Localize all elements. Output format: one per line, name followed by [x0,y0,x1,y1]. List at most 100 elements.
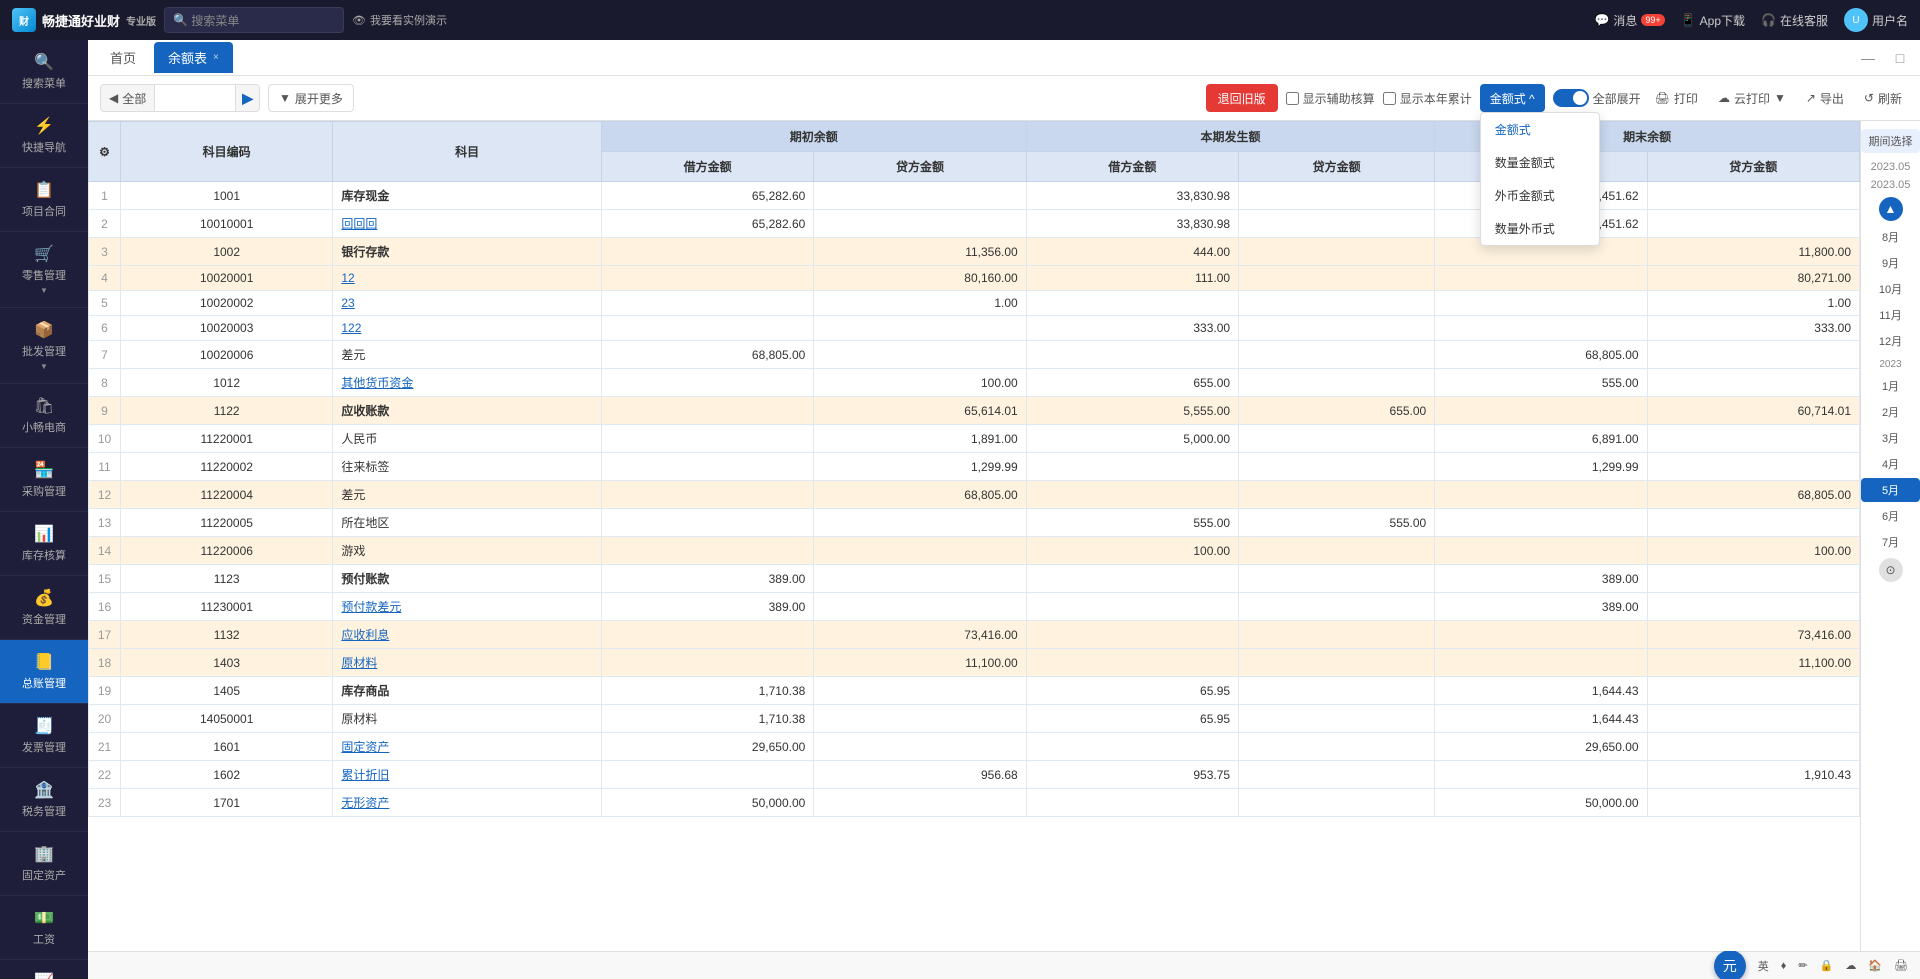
account-name[interactable]: 原材料 [333,649,602,677]
message-btn[interactable]: 💬 消息 99+ [1594,12,1664,29]
print-status-btn[interactable]: 🖨 [1894,959,1908,972]
th-settings[interactable]: ⚙ [89,122,121,182]
account-search-input[interactable] [155,85,235,111]
account-name[interactable]: 累计折旧 [333,761,602,789]
account-name[interactable]: 预付款差元 [333,593,602,621]
home-btn[interactable]: 🏠 [1868,959,1882,972]
expand-more-btn[interactable]: ▼ 展开更多 [268,84,354,112]
search-arrow-btn[interactable]: ▶ [235,85,259,111]
account-name[interactable]: 12 [333,266,602,291]
diamond-btn[interactable]: ♦ [1781,960,1787,972]
debit-open: 68,805.00 [601,341,813,369]
account-name[interactable]: 其他货币资金 [333,369,602,397]
sidebar-item-tax[interactable]: 🏦 税务管理 [0,768,88,832]
period-item-8[interactable]: 8月 [1861,225,1920,249]
sidebar-item-inventory[interactable]: 📊 库存核算 [0,512,88,576]
period-nav-down[interactable]: ⊙ [1879,558,1903,582]
header-left: 财 畅捷通好业财 专业版 🔍 搜索菜单 👁 我要看实例演示 [12,7,447,33]
sidebar-item-project[interactable]: 📋 项目合同 [0,168,88,232]
period-item-10[interactable]: 10月 [1861,277,1920,301]
sidebar-item-retail[interactable]: 🛒 零售管理 ▼ [0,232,88,308]
wholesale-chevron: ▼ [40,362,48,371]
sidebar-item-wholesale[interactable]: 📦 批发管理 ▼ [0,308,88,384]
debit-open: 389.00 [601,593,813,621]
credit-open [814,705,1026,733]
show-yearly-checkbox[interactable] [1383,92,1396,105]
sidebar-item-operation[interactable]: 📈 经营管理 [0,960,88,979]
style-option-foreign-amount[interactable]: 外币金额式 [1481,179,1599,212]
expand-all-switch[interactable] [1553,89,1589,107]
debit-open [601,509,813,537]
style-dropdown-btn[interactable]: 金额式 ^ [1480,84,1545,112]
sidebar-search-label: 搜索菜单 [22,75,66,91]
tab-balance[interactable]: 余额表 × [154,42,233,73]
tab-home[interactable]: 首页 [96,42,150,73]
print-btn[interactable]: 🖨 打印 [1649,86,1704,111]
table-row: 7 10020006 差元 68,805.00 68,805.00 [89,341,1860,369]
account-name[interactable]: 应收利息 [333,621,602,649]
edit-btn[interactable]: ✏ [1798,959,1807,972]
cloud-print-btn[interactable]: ☁ 云打印 ▼ [1712,86,1792,111]
period-item-4[interactable]: 4月 [1861,452,1920,476]
export-btn[interactable]: ↗ 导出 [1800,86,1850,111]
show-auxiliary-label[interactable]: 显示辅助核算 [1286,90,1375,107]
online-service-btn[interactable]: 🎧 在线客服 [1761,12,1828,29]
debit-period: 33,830.98 [1026,182,1238,210]
credit-period [1239,593,1435,621]
period-item-12[interactable]: 12月 [1861,329,1920,353]
tab-close-icon[interactable]: × [213,52,219,63]
float-action-btn[interactable]: 元 [1714,950,1746,979]
window-max-btn[interactable]: □ [1888,46,1912,70]
top-search-bar[interactable]: 🔍 搜索菜单 [164,7,344,33]
refresh-btn[interactable]: ↺ 刷新 [1858,86,1908,111]
sidebar-item-salary[interactable]: 💵 工资 [0,896,88,960]
debit-close [1435,537,1647,565]
credit-period [1239,677,1435,705]
show-auxiliary-checkbox[interactable] [1286,92,1299,105]
account-name[interactable]: 122 [333,316,602,341]
sidebar-item-fixedasset[interactable]: 🏢 固定资产 [0,832,88,896]
back-to-old-btn[interactable]: 退回旧版 [1206,84,1278,112]
cloud-btn[interactable]: ☁ [1845,959,1856,972]
credit-open [814,509,1026,537]
credit-period [1239,761,1435,789]
style-option-amount[interactable]: 金额式 [1481,113,1599,146]
period-item-5[interactable]: 5月 [1861,478,1920,502]
show-yearly-label[interactable]: 显示本年累计 [1383,90,1472,107]
top-header: 财 畅捷通好业财 专业版 🔍 搜索菜单 👁 我要看实例演示 💬 消息 99+ 📱… [0,0,1920,40]
account-code: 1002 [121,238,333,266]
table-row: 4 10020001 12 80,160.00 111.00 80,271.00 [89,266,1860,291]
sidebar-item-quicknav[interactable]: ⚡ 快捷导航 [0,104,88,168]
period-item-6[interactable]: 6月 [1861,504,1920,528]
account-name[interactable]: 回回回 [333,210,602,238]
row-num: 18 [89,649,121,677]
period-item-1[interactable]: 1月 [1861,374,1920,398]
style-option-qty-foreign[interactable]: 数量外币式 [1481,212,1599,245]
sidebar-item-finance[interactable]: 💰 资金管理 [0,576,88,640]
period-item-11[interactable]: 11月 [1861,303,1920,327]
account-name[interactable]: 固定资产 [333,733,602,761]
account-code: 1701 [121,789,333,817]
period-item-9[interactable]: 9月 [1861,251,1920,275]
period-item-2[interactable]: 2月 [1861,400,1920,424]
period-item-3[interactable]: 3月 [1861,426,1920,450]
demo-link[interactable]: 👁 我要看实例演示 [352,12,447,28]
sidebar-item-purchase[interactable]: 🏪 采购管理 [0,448,88,512]
sidebar-fixedasset-label: 固定资产 [22,867,66,883]
user-profile-btn[interactable]: U 用户名 [1844,8,1908,32]
sidebar-item-ecommerce[interactable]: 🛍 小畅电商 [0,384,88,448]
account-name[interactable]: 无形资产 [333,789,602,817]
sidebar-item-invoice[interactable]: 🧾 发票管理 [0,704,88,768]
period-item-7[interactable]: 7月 [1861,530,1920,554]
period-nav-up[interactable]: ▲ [1879,197,1903,221]
window-min-btn[interactable]: — [1856,46,1880,70]
lang-btn[interactable]: 英 [1758,958,1769,974]
search-prefix[interactable]: ◀ 全部 [101,85,155,111]
style-option-qty-amount[interactable]: 数量金额式 [1481,146,1599,179]
sidebar-item-search[interactable]: 🔍 搜索菜单 [0,40,88,104]
app-download-btn[interactable]: 📱 App下载 [1681,12,1745,29]
sidebar-item-ledger[interactable]: 📒 总账管理 [0,640,88,704]
account-name[interactable]: 23 [333,291,602,316]
credit-open: 73,416.00 [814,621,1026,649]
lock-btn[interactable]: 🔒 [1820,959,1834,972]
